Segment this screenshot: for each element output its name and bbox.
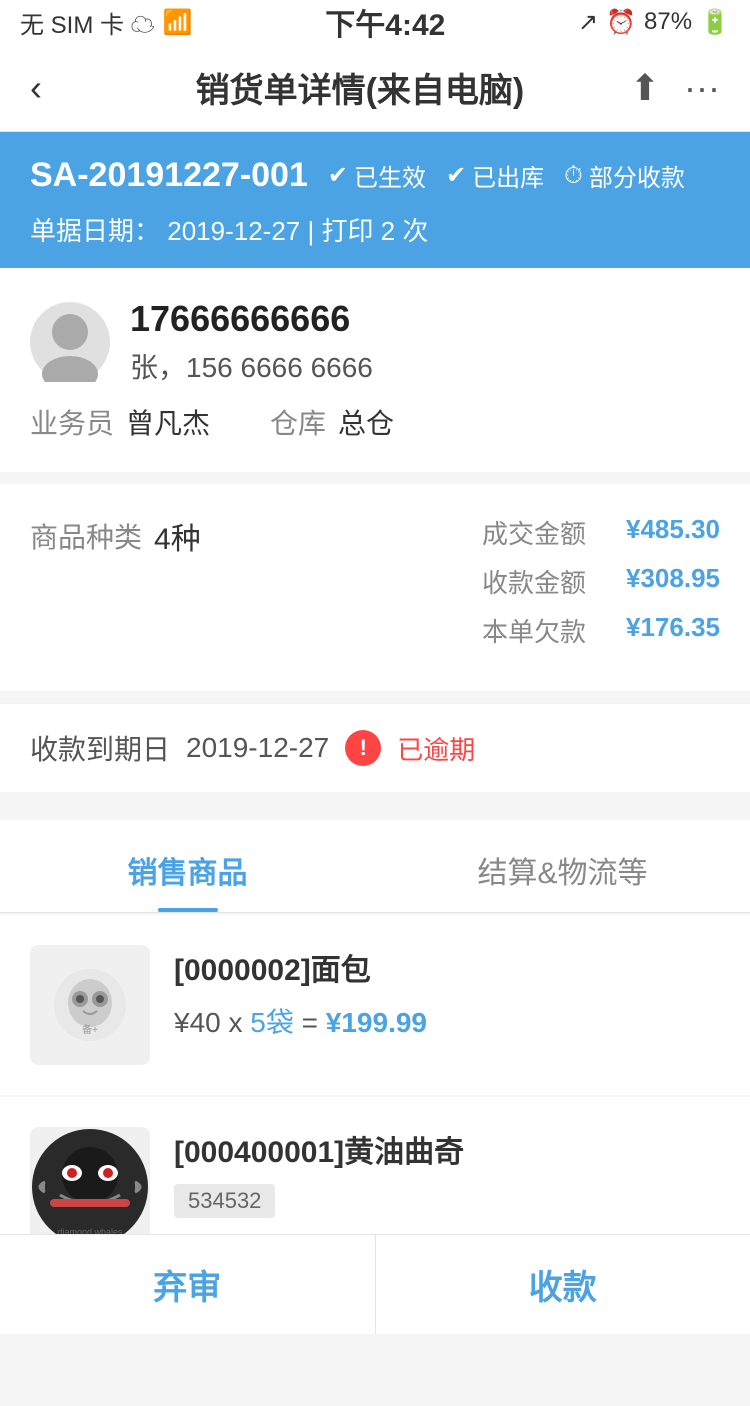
warehouse-name: 总仓 [338, 402, 394, 442]
avatar [30, 302, 110, 382]
tab-sales-products-label: 销售商品 [128, 857, 248, 890]
share-icon[interactable]: ⬆ [630, 67, 660, 109]
product-base-price-1: ¥40 [174, 1007, 221, 1038]
status-left: 无 SIM 卡 ☁ 📶 [20, 5, 193, 40]
deal-amount-row: 成交金额 ¥485.30 [482, 514, 720, 551]
received-amount-row: 收款金额 ¥308.95 [482, 563, 720, 600]
back-button[interactable]: ‹ [30, 67, 90, 109]
order-header-banner: SA-20191227-001 ✔ 已生效 ✔ 已出库 ⏱ 部分收款 单据日期：… [0, 132, 750, 268]
deal-value: ¥485.30 [626, 514, 720, 551]
badge-effective: ✔ 已生效 [328, 158, 426, 193]
warehouse-item: 仓库 总仓 [270, 402, 394, 442]
status-bar: 无 SIM 卡 ☁ 📶 下午4:42 ↗ ⏰ 87% 🔋 [0, 0, 750, 44]
product-name-2: [000400001]黄油曲奇 [174, 1127, 720, 1171]
debt-value: ¥176.35 [626, 612, 720, 649]
product-qty-1: 5袋 [250, 1007, 294, 1038]
confirm-button[interactable]: 收款 [376, 1235, 750, 1334]
print-count: | 打印 2 次 [307, 216, 428, 246]
cancel-button[interactable]: 弃审 [0, 1235, 376, 1334]
deal-label: 成交金额 [482, 514, 586, 551]
nav-actions: ⬆ ··· [630, 67, 720, 109]
badge-partial-text: 部分收款 [589, 158, 685, 193]
status-right: ↗ ⏰ 87% 🔋 [578, 8, 730, 37]
staff-label: 业务员 [30, 402, 114, 442]
separator [0, 804, 750, 820]
bottom-bar: 弃审 收款 [0, 1234, 750, 1334]
debt-label: 本单欠款 [482, 612, 586, 649]
badge-effective-text: 已生效 [354, 158, 426, 193]
wifi-icon: 📶 [163, 8, 193, 37]
tabs-row: 销售商品 结算&物流等 [0, 820, 750, 913]
customer-name: 张，156 6666 6666 [130, 346, 373, 386]
location-icon: ↗ [578, 8, 598, 37]
customer-meta: 业务员 曾凡杰 仓库 总仓 [30, 402, 720, 442]
page-title: 销货单详情(来自电脑) [90, 63, 630, 112]
status-time: 下午4:42 [325, 0, 445, 44]
product-price-1: ¥40 x 5袋 = ¥199.99 [174, 1001, 720, 1041]
tab-settlement-label: 结算&物流等 [477, 857, 647, 890]
tab-sales-products[interactable]: 销售商品 [0, 820, 375, 912]
summary-left: 商品种类 4种 [30, 514, 201, 558]
due-date-value: 2019-12-27 [186, 732, 329, 764]
multiply-sign-1: x [229, 1007, 251, 1038]
staff-item: 业务员 曾凡杰 [30, 402, 210, 442]
overdue-icon: ! [345, 730, 381, 766]
customer-info: 17666666666 张，156 6666 6666 [130, 298, 373, 386]
due-date-label: 收款到期日 [30, 728, 170, 768]
badge-shipped-text: 已出库 [472, 158, 544, 193]
customer-top: 17666666666 张，156 6666 6666 [30, 298, 720, 386]
product-item-1: 备+ [0000002]面包 ¥40 x 5袋 = ¥199.99 [0, 915, 750, 1095]
kind-value: 4种 [154, 514, 201, 558]
product-total-1: ¥199.99 [326, 1007, 427, 1038]
banner-top-row: SA-20191227-001 ✔ 已生效 ✔ 已出库 ⏱ 部分收款 [30, 156, 720, 195]
product-image-2: diamond whales [30, 1127, 150, 1247]
more-icon[interactable]: ··· [684, 67, 720, 109]
cancel-label: 弃审 [153, 1260, 221, 1309]
received-label: 收款金额 [482, 563, 586, 600]
alarm-icon: ⏰ [606, 8, 636, 37]
summary-section: 商品种类 4种 成交金额 ¥485.30 收款金额 ¥308.95 本单欠款 ¥… [0, 484, 750, 691]
debt-amount-row: 本单欠款 ¥176.35 [482, 612, 720, 649]
battery-icon: 🔋 [700, 8, 730, 37]
customer-section: 17666666666 张，156 6666 6666 业务员 曾凡杰 仓库 总… [0, 268, 750, 472]
received-value: ¥308.95 [626, 563, 720, 600]
svg-text:备+: 备+ [82, 1023, 98, 1036]
product-count: 商品种类 4种 [30, 514, 201, 558]
staff-name: 曾凡杰 [126, 402, 210, 442]
order-date-row: 单据日期： 2019-12-27 | 打印 2 次 [30, 211, 720, 248]
summary-right: 成交金额 ¥485.30 收款金额 ¥308.95 本单欠款 ¥176.35 [482, 514, 720, 661]
kind-label: 商品种类 [30, 516, 142, 556]
due-date-section: 收款到期日 2019-12-27 ! 已逾期 [0, 703, 750, 792]
confirm-label: 收款 [529, 1260, 597, 1309]
product-sku-2: 534532 [174, 1184, 275, 1218]
order-date: 2019-12-27 [167, 216, 300, 246]
battery-level: 87% [644, 8, 692, 36]
clock-icon: ⏱ [564, 162, 583, 190]
badge-partial: ⏱ 部分收款 [564, 158, 685, 193]
overdue-text: 已逾期 [397, 730, 475, 767]
tabs-section: 销售商品 结算&物流等 [0, 820, 750, 913]
product-image-1: 备+ [30, 945, 150, 1065]
badge-shipped: ✔ 已出库 [446, 158, 544, 193]
order-id: SA-20191227-001 [30, 156, 308, 195]
product-info-1: [0000002]面包 ¥40 x 5袋 = ¥199.99 [174, 945, 720, 1041]
product-name-1: [0000002]面包 [174, 945, 720, 989]
warehouse-label: 仓库 [270, 402, 326, 442]
check-icon-1: ✔ [328, 161, 348, 190]
tab-settlement[interactable]: 结算&物流等 [375, 820, 750, 912]
sim-status: 无 SIM 卡 ☁ [20, 5, 155, 40]
customer-phone: 17666666666 [130, 298, 373, 340]
equals-sign-1: = [302, 1007, 326, 1038]
date-label: 单据日期： [30, 216, 160, 246]
nav-bar: ‹ 销货单详情(来自电脑) ⬆ ··· [0, 44, 750, 132]
check-icon-2: ✔ [446, 161, 466, 190]
